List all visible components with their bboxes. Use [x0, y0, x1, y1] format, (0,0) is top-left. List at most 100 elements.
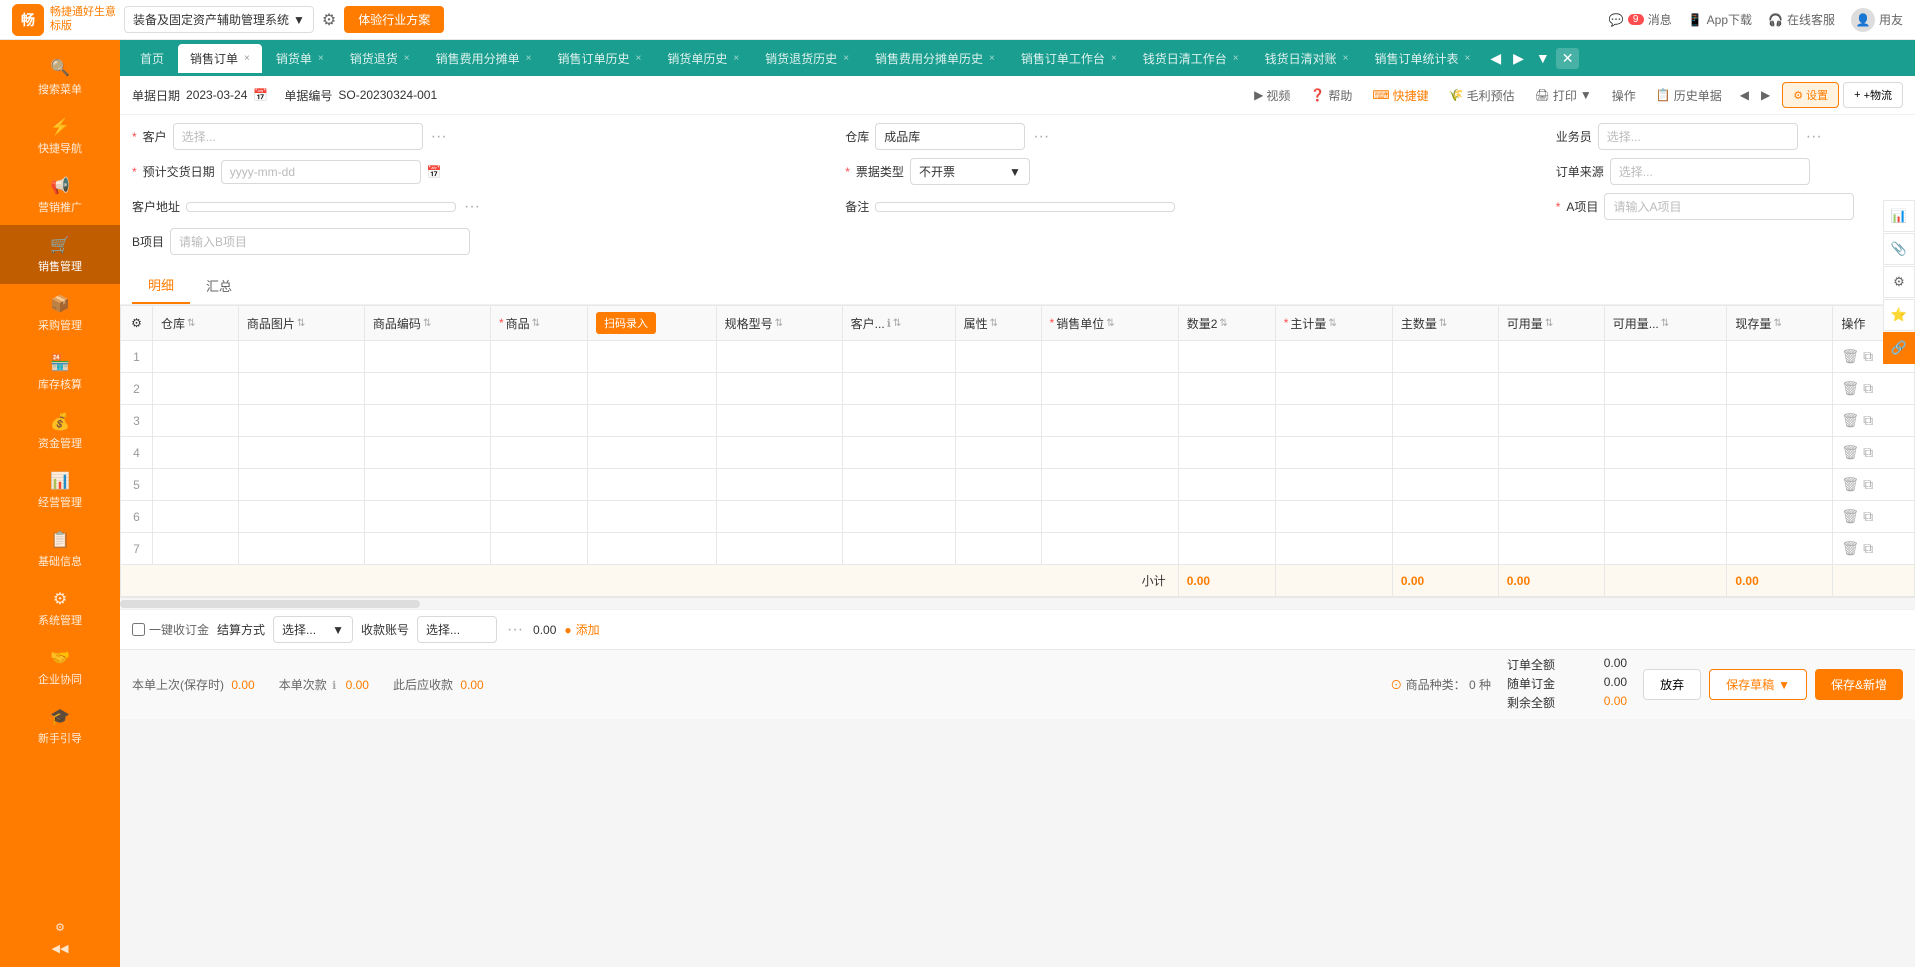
a-project-input[interactable]: 请输入A项目: [1604, 193, 1854, 220]
tab-daily-reconcile[interactable]: 钱货日清对账 ×: [1253, 44, 1361, 73]
sidebar-item-inventory[interactable]: 🏪 库存核算: [0, 343, 120, 402]
one-key-payment-checkbox[interactable]: 一键收订金: [132, 621, 209, 638]
tab-close-icon[interactable]: ×: [1343, 53, 1349, 64]
tab-fee-history[interactable]: 销售费用分摊单历史 ×: [863, 44, 1007, 73]
tab-sales-return[interactable]: 销货退货 ×: [338, 44, 422, 73]
prev-record-btn[interactable]: ◀: [1736, 86, 1753, 104]
sort-icon[interactable]: ⇅: [1219, 318, 1227, 329]
date-value[interactable]: 2023-03-24: [186, 88, 247, 102]
tab-close-icon[interactable]: ×: [1464, 53, 1470, 64]
sidebar-item-finance[interactable]: 💰 资金管理: [0, 402, 120, 461]
app-download-btn[interactable]: 📱 App下载: [1688, 11, 1752, 28]
cell-attributes[interactable]: [955, 341, 1041, 373]
cell-customer-code[interactable]: [842, 341, 955, 373]
salesman-more-btn[interactable]: ···: [1804, 128, 1824, 146]
receipt-account-select[interactable]: 选择...: [417, 616, 497, 643]
tab-home[interactable]: 首页: [128, 44, 176, 73]
system-selector[interactable]: 装备及固定资产辅助管理系统 ▼: [124, 6, 314, 33]
cell-product[interactable]: [490, 341, 587, 373]
shortcut-btn[interactable]: ⌨ 快捷键: [1366, 85, 1434, 106]
logistics-btn[interactable]: + +物流: [1843, 82, 1903, 108]
tab-close-icon[interactable]: ×: [318, 53, 324, 64]
tab-sales-order-history[interactable]: 销售订单历史 ×: [545, 44, 653, 73]
tab-close-all-btn[interactable]: ✕: [1556, 48, 1580, 69]
copy-row-btn[interactable]: ⧉: [1863, 348, 1873, 365]
print-btn[interactable]: 🖨 打印 ▼: [1529, 85, 1598, 106]
cell-product-code[interactable]: [364, 341, 490, 373]
cell-qty2[interactable]: [1178, 341, 1275, 373]
copy-row-btn[interactable]: ⧉: [1863, 380, 1873, 397]
warehouse-input[interactable]: 成品库: [875, 123, 1025, 150]
save-draft-btn[interactable]: 保存草稿 ▼: [1709, 669, 1807, 700]
cell-main-unit[interactable]: [1275, 341, 1392, 373]
tab-daily-clear-workbench[interactable]: 钱货日清工作台 ×: [1131, 44, 1251, 73]
delete-row-btn[interactable]: 🗑: [1841, 540, 1859, 557]
copy-row-btn[interactable]: ⧉: [1863, 412, 1873, 429]
tab-invoice-history[interactable]: 销货单历史 ×: [655, 44, 751, 73]
collapse-sidebar-btn[interactable]: ◀◀: [48, 938, 73, 959]
salesman-input[interactable]: 选择...: [1598, 123, 1798, 150]
sort-icon[interactable]: ⇅: [187, 318, 195, 329]
column-settings-icon[interactable]: ⚙: [131, 316, 142, 330]
ticket-type-select[interactable]: 不开票 ▼: [910, 158, 1030, 185]
rfp-attach-btn[interactable]: 📎: [1883, 233, 1915, 265]
cell-scan[interactable]: [587, 341, 716, 373]
tab-sales-fee[interactable]: 销售费用分摊单 ×: [424, 44, 544, 73]
cell-sales-unit[interactable]: [1041, 341, 1178, 373]
tab-sales-stats[interactable]: 销售订单统计表 ×: [1362, 44, 1482, 73]
tab-detail[interactable]: 明细: [132, 267, 190, 304]
copy-row-btn[interactable]: ⧉: [1863, 476, 1873, 493]
calendar-icon[interactable]: 📅: [253, 88, 268, 102]
sidebar-item-marketing[interactable]: 📢 营销推广: [0, 166, 120, 225]
tab-summary[interactable]: 汇总: [190, 268, 248, 303]
settings-corner-btn[interactable]: ⚙ 设置: [1782, 82, 1839, 108]
copy-row-btn[interactable]: ⧉: [1863, 444, 1873, 461]
order-source-input[interactable]: 选择...: [1610, 158, 1810, 185]
draft-dropdown-icon[interactable]: ▼: [1778, 678, 1790, 692]
sort-icon[interactable]: ⇅: [1106, 318, 1114, 329]
receipt-more-btn[interactable]: ···: [505, 621, 525, 639]
settings-bottom[interactable]: ⚙: [51, 917, 69, 938]
table-scrollbar[interactable]: [120, 597, 1915, 609]
info-icon2[interactable]: ℹ: [332, 680, 336, 692]
sort-icon[interactable]: ⇅: [297, 318, 305, 329]
help-btn[interactable]: ❓ 帮助: [1304, 85, 1358, 106]
sort-icon[interactable]: ⇅: [532, 318, 540, 329]
copy-row-btn[interactable]: ⧉: [1863, 508, 1873, 525]
sort-icon[interactable]: ⇅: [1545, 318, 1553, 329]
profit-btn[interactable]: 🌾 毛利预估: [1443, 85, 1521, 106]
tab-return-history[interactable]: 销货退货历史 ×: [753, 44, 861, 73]
print-dropdown-icon[interactable]: ▼: [1580, 88, 1592, 102]
tab-prev-btn[interactable]: ◀: [1484, 50, 1507, 67]
history-btn[interactable]: 📋 历史单据: [1650, 85, 1728, 106]
view-video-btn[interactable]: ▶ 视频: [1248, 85, 1296, 106]
sidebar-item-cooperation[interactable]: 🤝 企业协同: [0, 638, 120, 697]
cell-available2[interactable]: [1604, 341, 1727, 373]
tab-order-workbench[interactable]: 销售订单工作台 ×: [1009, 44, 1129, 73]
delete-row-btn[interactable]: 🗑: [1841, 412, 1859, 429]
save-new-btn[interactable]: 保存&新增: [1815, 669, 1903, 700]
delivery-input[interactable]: yyyy-mm-dd: [221, 160, 421, 184]
online-service-btn[interactable]: 🎧 在线客服: [1768, 11, 1835, 28]
tab-next-btn[interactable]: ▶: [1507, 50, 1530, 67]
sidebar-item-purchase[interactable]: 📦 采购管理: [0, 284, 120, 343]
delete-row-btn[interactable]: 🗑: [1841, 476, 1859, 493]
col-settings[interactable]: ⚙: [121, 306, 153, 341]
address-more-btn[interactable]: ···: [462, 198, 482, 216]
warehouse-more-btn[interactable]: ···: [1031, 128, 1051, 146]
sort-icon[interactable]: ⇅: [1661, 318, 1669, 329]
add-payment-btn[interactable]: ● 添加: [564, 621, 599, 638]
rfp-chart-btn[interactable]: 📊: [1883, 200, 1915, 232]
scan-btn[interactable]: 扫码录入: [596, 312, 656, 334]
cell-spec[interactable]: [716, 341, 842, 373]
sidebar-item-basic-info[interactable]: 📋 基础信息: [0, 520, 120, 579]
user-menu[interactable]: 👤 用友: [1851, 8, 1903, 32]
delete-row-btn[interactable]: 🗑: [1841, 348, 1859, 365]
sort-icon[interactable]: ⇅: [893, 318, 901, 329]
tab-menu-btn[interactable]: ▼: [1530, 50, 1556, 66]
sidebar-item-operations[interactable]: 📊 经营管理: [0, 461, 120, 520]
info-icon[interactable]: ℹ: [887, 317, 891, 330]
sidebar-item-quicknav[interactable]: ⚡ 快捷导航: [0, 107, 120, 166]
sidebar-item-sales[interactable]: 🛒 销售管理: [0, 225, 120, 284]
cell-main-qty[interactable]: [1392, 341, 1498, 373]
